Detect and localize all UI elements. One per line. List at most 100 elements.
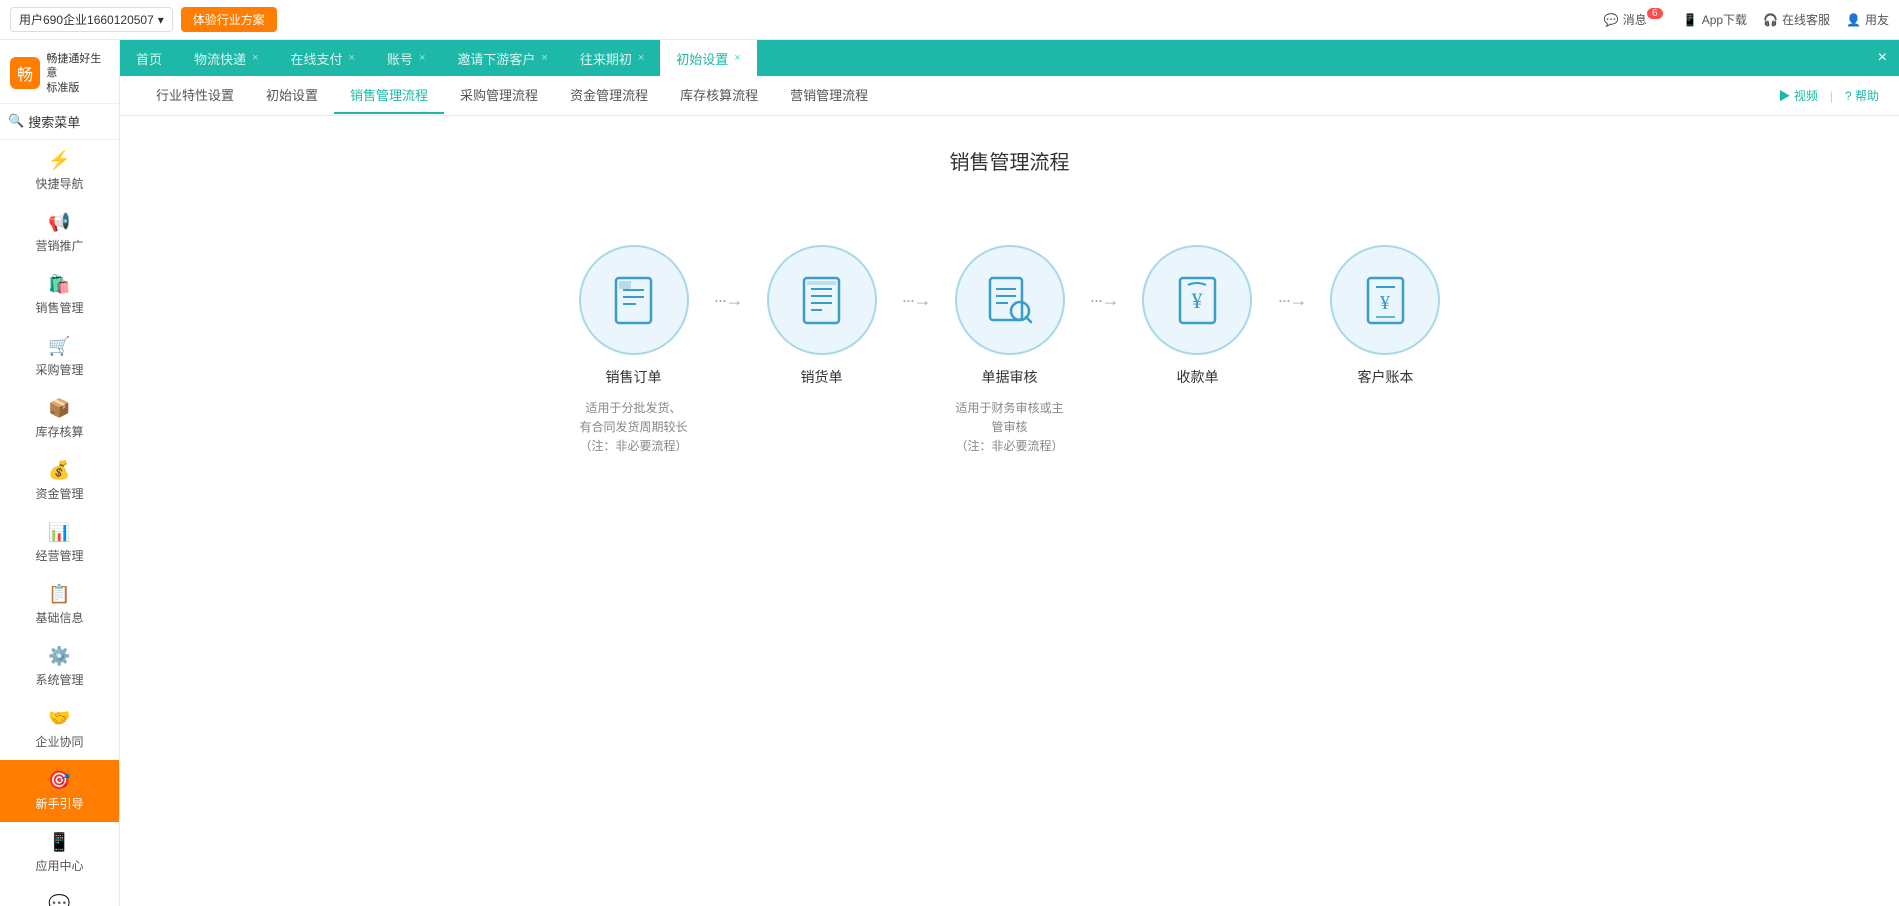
nav-tab-init-settings[interactable]: 初始设置 × — [660, 40, 756, 76]
nav-tab-label: 首页 — [136, 49, 162, 68]
sub-tab-label: 营销管理流程 — [790, 88, 868, 103]
app-download-item[interactable]: 📱 App下载 — [1683, 11, 1747, 28]
operations-icon: 📊 — [48, 522, 70, 543]
sales-icon: 🛍️ — [48, 274, 70, 295]
nav-tab-home[interactable]: 首页 — [120, 40, 178, 76]
flow-item-sales-order: 销售订单 适用于分批发货、有合同发货周期较长（注：非必要流程） — [554, 245, 714, 457]
main-content: 销售管理流程 销售订单 适用于分批发货、有合同发货周期较长（注：非必要流程） ·… — [120, 116, 1899, 906]
sidebar-item-guide[interactable]: 🎯 新手引导 — [0, 760, 119, 822]
nav-tab-logistics[interactable]: 物流快递 × — [178, 40, 274, 76]
nav-tab-close-icon[interactable]: × — [541, 52, 547, 64]
sidebar-item-sales[interactable]: 🛍️ 销售管理 — [0, 264, 119, 326]
sidebar-item-label: 新手引导 — [35, 795, 83, 812]
sidebar-item-purchase[interactable]: 🛒 采购管理 — [0, 326, 119, 388]
sub-tab-finance-flow[interactable]: 资金管理流程 — [554, 77, 664, 114]
flow-arrow-2: ···→ — [902, 245, 930, 311]
nav-tab-close-icon[interactable]: × — [734, 52, 740, 64]
app-icon: 📱 — [1683, 13, 1698, 27]
nav-tab-label: 物流快递 — [194, 49, 246, 68]
sub-tab-label: 初始设置 — [266, 88, 318, 103]
nav-tab-label: 初始设置 — [676, 49, 728, 68]
flow-circle-sales-order[interactable] — [579, 245, 689, 355]
sub-tab-marketing-flow[interactable]: 营销管理流程 — [774, 77, 884, 114]
search-icon: 🔍 — [8, 113, 24, 129]
flow-circle-sales-invoice[interactable] — [767, 245, 877, 355]
sub-tab-sales-flow[interactable]: 销售管理流程 — [334, 77, 444, 114]
dropdown-arrow-icon: ▾ — [158, 13, 164, 27]
sidebar-item-app-center[interactable]: 📱 应用中心 — [0, 822, 119, 884]
message-badge: 6 — [1647, 8, 1663, 19]
nav-tab-payment[interactable]: 在线支付 × — [274, 40, 370, 76]
sidebar-item-operations[interactable]: 📊 经营管理 — [0, 512, 119, 574]
marketing-icon: 📢 — [48, 212, 70, 233]
nav-tab-label: 账号 — [387, 49, 413, 68]
help-item[interactable]: ? 帮助 — [1845, 87, 1879, 104]
experience-button[interactable]: 体验行业方案 — [181, 7, 277, 32]
system-icon: ⚙️ — [48, 646, 70, 667]
sub-tab-label: 库存核算流程 — [680, 88, 758, 103]
sales-order-icon — [606, 273, 661, 328]
nav-tab-invite[interactable]: 邀请下游客户 × — [441, 40, 563, 76]
flow-circle-customer-account[interactable]: ¥ — [1330, 245, 1440, 355]
nav-tab-account[interactable]: 账号 × — [371, 40, 441, 76]
page-title: 销售管理流程 — [140, 146, 1879, 175]
nav-tab-close-icon[interactable]: × — [638, 52, 644, 64]
svg-text:¥: ¥ — [1191, 288, 1202, 313]
sidebar-item-collab[interactable]: 🤝 企业协同 — [0, 698, 119, 760]
top-header: 用户690企业1660120507 ▾ 体验行业方案 💬 消息 6 📱 App下… — [0, 0, 1899, 40]
sidebar-item-basic-info[interactable]: 📋 基础信息 — [0, 574, 119, 636]
nav-tab-close-icon[interactable]: × — [252, 52, 258, 64]
help-label: 帮助 — [1855, 89, 1879, 103]
flow-desc-sales-order: 适用于分批发货、有合同发货周期较长（注：非必要流程） — [580, 399, 688, 457]
video-help-item[interactable]: ▶ 视频 — [1778, 87, 1817, 104]
user-menu-item[interactable]: 👤 用友 — [1846, 11, 1889, 28]
sidebar-item-system[interactable]: ⚙️ 系统管理 — [0, 636, 119, 698]
sidebar-item-quick-nav[interactable]: ⚡ 快捷导航 — [0, 140, 119, 202]
sub-tab-init[interactable]: 初始设置 — [250, 77, 334, 114]
sub-tab-inventory-flow[interactable]: 库存核算流程 — [664, 77, 774, 114]
online-service-item[interactable]: 🎧 在线客服 — [1763, 11, 1830, 28]
sidebar-item-marketing[interactable]: 📢 营销推广 — [0, 202, 119, 264]
sub-tab-label: 采购管理流程 — [460, 88, 538, 103]
flow-label-customer-account: 客户账本 — [1357, 367, 1413, 387]
nav-tab-period[interactable]: 往来期初 × — [564, 40, 660, 76]
flow-circle-doc-review[interactable] — [955, 245, 1065, 355]
app-label: App下载 — [1702, 11, 1747, 28]
sub-tab-label: 行业特性设置 — [156, 88, 234, 103]
logo-text: 畅捷通好生意 标准版 — [46, 52, 109, 95]
nav-tab-close-icon[interactable]: × — [348, 52, 354, 64]
nav-tab-label: 往来期初 — [580, 49, 632, 68]
finance-icon: 💰 — [48, 460, 70, 481]
nav-tab-close-icon[interactable]: × — [419, 52, 425, 64]
sidebar-item-finance[interactable]: 💰 资金管理 — [0, 450, 119, 512]
avatar-icon: 👤 — [1846, 13, 1861, 27]
sub-tab-purchase-flow[interactable]: 采购管理流程 — [444, 77, 554, 114]
app-center-icon: 📱 — [48, 832, 70, 853]
message-label: 消息 — [1623, 11, 1647, 28]
message-icon: 💬 — [1604, 13, 1619, 27]
user-menu-label: 用友 — [1865, 11, 1889, 28]
sidebar-item-label: 采购管理 — [35, 361, 83, 378]
sidebar-item-label: 系统管理 — [35, 671, 83, 688]
header-right: 💬 消息 6 📱 App下载 🎧 在线客服 👤 用友 — [1604, 11, 1889, 28]
message-item[interactable]: 💬 消息 6 — [1604, 11, 1667, 28]
video-icon: ▶ — [1778, 89, 1790, 103]
header-left: 用户690企业1660120507 ▾ 体验行业方案 — [10, 7, 277, 32]
close-all-tabs-button[interactable]: × — [1866, 40, 1899, 76]
flow-circle-receipt[interactable]: ¥ — [1142, 245, 1252, 355]
sub-tab-industry[interactable]: 行业特性设置 — [140, 77, 250, 114]
sub-tab-label: 销售管理流程 — [350, 88, 428, 103]
flow-label-doc-review: 单据审核 — [982, 367, 1038, 387]
sidebar-item-label: 基础信息 — [35, 609, 83, 626]
user-label: 用户690企业1660120507 — [19, 11, 154, 28]
sidebar-item-wechat[interactable]: 💬 企业微信 — [0, 884, 119, 906]
service-label: 在线客服 — [1782, 11, 1830, 28]
sidebar-item-inventory[interactable]: 📦 库存核算 — [0, 388, 119, 450]
flow-arrow-4: ···→ — [1277, 245, 1305, 311]
inventory-icon: 📦 — [48, 398, 70, 419]
user-selector[interactable]: 用户690企业1660120507 ▾ — [10, 7, 173, 32]
sidebar: 畅 畅捷通好生意 标准版 🔍 搜索菜单 ⚡ 快捷导航 📢 营销推广 🛍️ 销售管… — [0, 40, 120, 906]
search-menu-button[interactable]: 🔍 搜索菜单 — [0, 104, 119, 140]
flow-item-customer-account: ¥ 客户账本 — [1305, 245, 1465, 399]
search-label: 搜索菜单 — [28, 112, 80, 131]
